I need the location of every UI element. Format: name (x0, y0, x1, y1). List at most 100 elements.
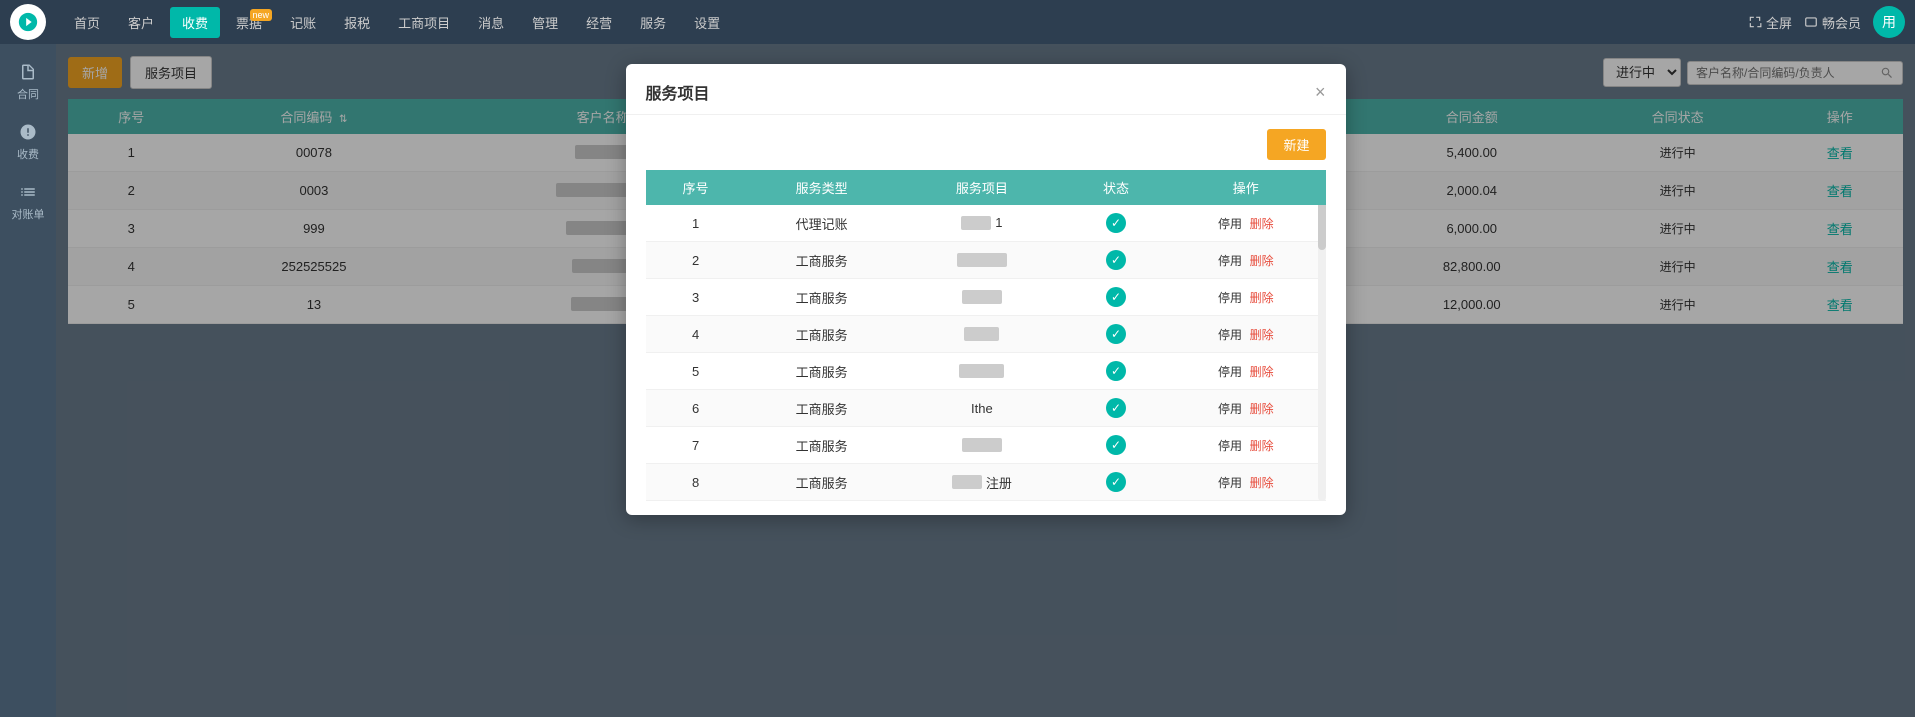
top-nav: 首页 客户 收费 票据 new 记账 报税 工商项目 消息 管理 经营 服务 设… (0, 0, 1915, 44)
modal-close-button[interactable]: × (1315, 82, 1326, 103)
nav-home[interactable]: 首页 (62, 7, 112, 38)
avatar[interactable]: 用 (1873, 6, 1905, 38)
modal-table-row: 6 工商服务 Ithe ✓ 停用 删除 (646, 390, 1326, 427)
scrollbar-track[interactable] (1318, 170, 1326, 501)
delete-button[interactable]: 删除 (1250, 474, 1274, 491)
modal-cell-project: 注册 (898, 464, 1066, 501)
delete-button[interactable]: 删除 (1250, 289, 1274, 306)
modal-cell-type: 工商服务 (746, 390, 898, 427)
modal-body: 新建 序号 服务类型 服务项目 状态 操作 (626, 115, 1346, 515)
sidebar-item-contract[interactable]: 合同 (2, 54, 54, 110)
modal-cell-action[interactable]: 停用 删除 (1166, 205, 1325, 242)
status-check-icon: ✓ (1106, 361, 1126, 381)
modal-cell-project (898, 427, 1066, 464)
modal-col-status: 状态 (1066, 170, 1166, 205)
nav-operation[interactable]: 经营 (574, 7, 624, 38)
modal-cell-action[interactable]: 停用 删除 (1166, 390, 1325, 427)
modal-cell-status: ✓ (1066, 279, 1166, 316)
modal-col-type: 服务类型 (746, 170, 898, 205)
status-check-icon: ✓ (1106, 250, 1126, 270)
app-logo[interactable] (10, 4, 46, 40)
modal-overlay: 服务项目 × 新建 序号 服务类型 服务项目 (56, 44, 1915, 717)
modal-cell-action[interactable]: 停用 删除 (1166, 427, 1325, 464)
modal-cell-status: ✓ (1066, 464, 1166, 501)
modal-cell-project (898, 353, 1066, 390)
statement-icon (18, 182, 38, 202)
sidebar-item-contract-label: 合同 (17, 86, 39, 102)
nav-manage[interactable]: 管理 (520, 7, 570, 38)
modal-table-row: 5 工商服务 ✓ 停用 删除 (646, 353, 1326, 390)
modal-cell-index: 4 (646, 316, 746, 353)
contract-icon (18, 62, 38, 82)
modal-col-project: 服务项目 (898, 170, 1066, 205)
status-check-icon: ✓ (1106, 324, 1126, 344)
fullscreen-button[interactable]: 全屏 (1748, 13, 1792, 32)
nav-items: 首页 客户 收费 票据 new 记账 报税 工商项目 消息 管理 经营 服务 设… (62, 7, 1748, 38)
nav-tax[interactable]: 报税 (332, 7, 382, 38)
status-check-icon: ✓ (1106, 398, 1126, 418)
modal-cell-type: 工商服务 (746, 316, 898, 353)
modal-header: 服务项目 × (626, 64, 1346, 115)
modal-cell-status: ✓ (1066, 242, 1166, 279)
modal-cell-index: 8 (646, 464, 746, 501)
stop-button[interactable]: 停用 (1218, 289, 1242, 306)
nav-business[interactable]: 工商项目 (386, 7, 462, 38)
project-suffix: 1 (995, 215, 1002, 230)
modal-cell-status: ✓ (1066, 390, 1166, 427)
modal-cell-index: 6 (646, 390, 746, 427)
modal-table: 序号 服务类型 服务项目 状态 操作 1 代理记账 1 ✓ 停用 删除 (646, 170, 1326, 501)
fee-icon (18, 122, 38, 142)
nav-customer[interactable]: 客户 (116, 7, 166, 38)
modal-cell-action[interactable]: 停用 删除 (1166, 279, 1325, 316)
stop-button[interactable]: 停用 (1218, 474, 1242, 491)
stop-button[interactable]: 停用 (1218, 400, 1242, 417)
sidebar-item-fee[interactable]: 收费 (2, 114, 54, 170)
modal-cell-type: 工商服务 (746, 353, 898, 390)
delete-button[interactable]: 删除 (1250, 215, 1274, 232)
modal-cell-index: 2 (646, 242, 746, 279)
modal-cell-status: ✓ (1066, 316, 1166, 353)
modal: 服务项目 × 新建 序号 服务类型 服务项目 (626, 64, 1346, 515)
modal-cell-status: ✓ (1066, 205, 1166, 242)
delete-button[interactable]: 删除 (1250, 363, 1274, 380)
delete-button[interactable]: 删除 (1250, 326, 1274, 343)
nav-fee[interactable]: 收费 (170, 7, 220, 38)
stop-button[interactable]: 停用 (1218, 252, 1242, 269)
nav-invoice[interactable]: 票据 new (224, 7, 274, 38)
delete-button[interactable]: 删除 (1250, 252, 1274, 269)
modal-new-button[interactable]: 新建 (1267, 129, 1325, 160)
modal-cell-action[interactable]: 停用 删除 (1166, 353, 1325, 390)
modal-cell-action[interactable]: 停用 删除 (1166, 316, 1325, 353)
nav-service[interactable]: 服务 (628, 7, 678, 38)
sidebar-item-fee-label: 收费 (17, 146, 39, 162)
modal-table-row: 8 工商服务 注册 ✓ 停用 删除 (646, 464, 1326, 501)
stop-button[interactable]: 停用 (1218, 363, 1242, 380)
modal-cell-action[interactable]: 停用 删除 (1166, 242, 1325, 279)
stop-button[interactable]: 停用 (1218, 326, 1242, 343)
modal-cell-index: 3 (646, 279, 746, 316)
modal-cell-project: Ithe (898, 390, 1066, 427)
modal-cell-type: 工商服务 (746, 427, 898, 464)
member-button[interactable]: 畅会员 (1804, 13, 1861, 32)
modal-col-action: 操作 (1166, 170, 1325, 205)
stop-button[interactable]: 停用 (1218, 437, 1242, 454)
delete-button[interactable]: 删除 (1250, 437, 1274, 454)
nav-message[interactable]: 消息 (466, 7, 516, 38)
modal-cell-index: 1 (646, 205, 746, 242)
layout: 合同 收费 对账单 新增 服务项目 进行中 已完成 已终止 (0, 44, 1915, 717)
modal-cell-project (898, 242, 1066, 279)
status-check-icon: ✓ (1106, 213, 1126, 233)
modal-table-row: 2 工商服务 ✓ 停用 删除 (646, 242, 1326, 279)
modal-title: 服务项目 (646, 80, 710, 104)
nav-settings[interactable]: 设置 (682, 7, 732, 38)
modal-cell-action[interactable]: 停用 删除 (1166, 464, 1325, 501)
sidebar-item-statement[interactable]: 对账单 (2, 174, 54, 230)
delete-button[interactable]: 删除 (1250, 400, 1274, 417)
modal-cell-index: 5 (646, 353, 746, 390)
modal-cell-type: 工商服务 (746, 242, 898, 279)
modal-cell-type: 代理记账 (746, 205, 898, 242)
sidebar-item-statement-label: 对账单 (12, 206, 45, 222)
nav-bookkeeping[interactable]: 记账 (278, 7, 328, 38)
status-check-icon: ✓ (1106, 287, 1126, 307)
stop-button[interactable]: 停用 (1218, 215, 1242, 232)
